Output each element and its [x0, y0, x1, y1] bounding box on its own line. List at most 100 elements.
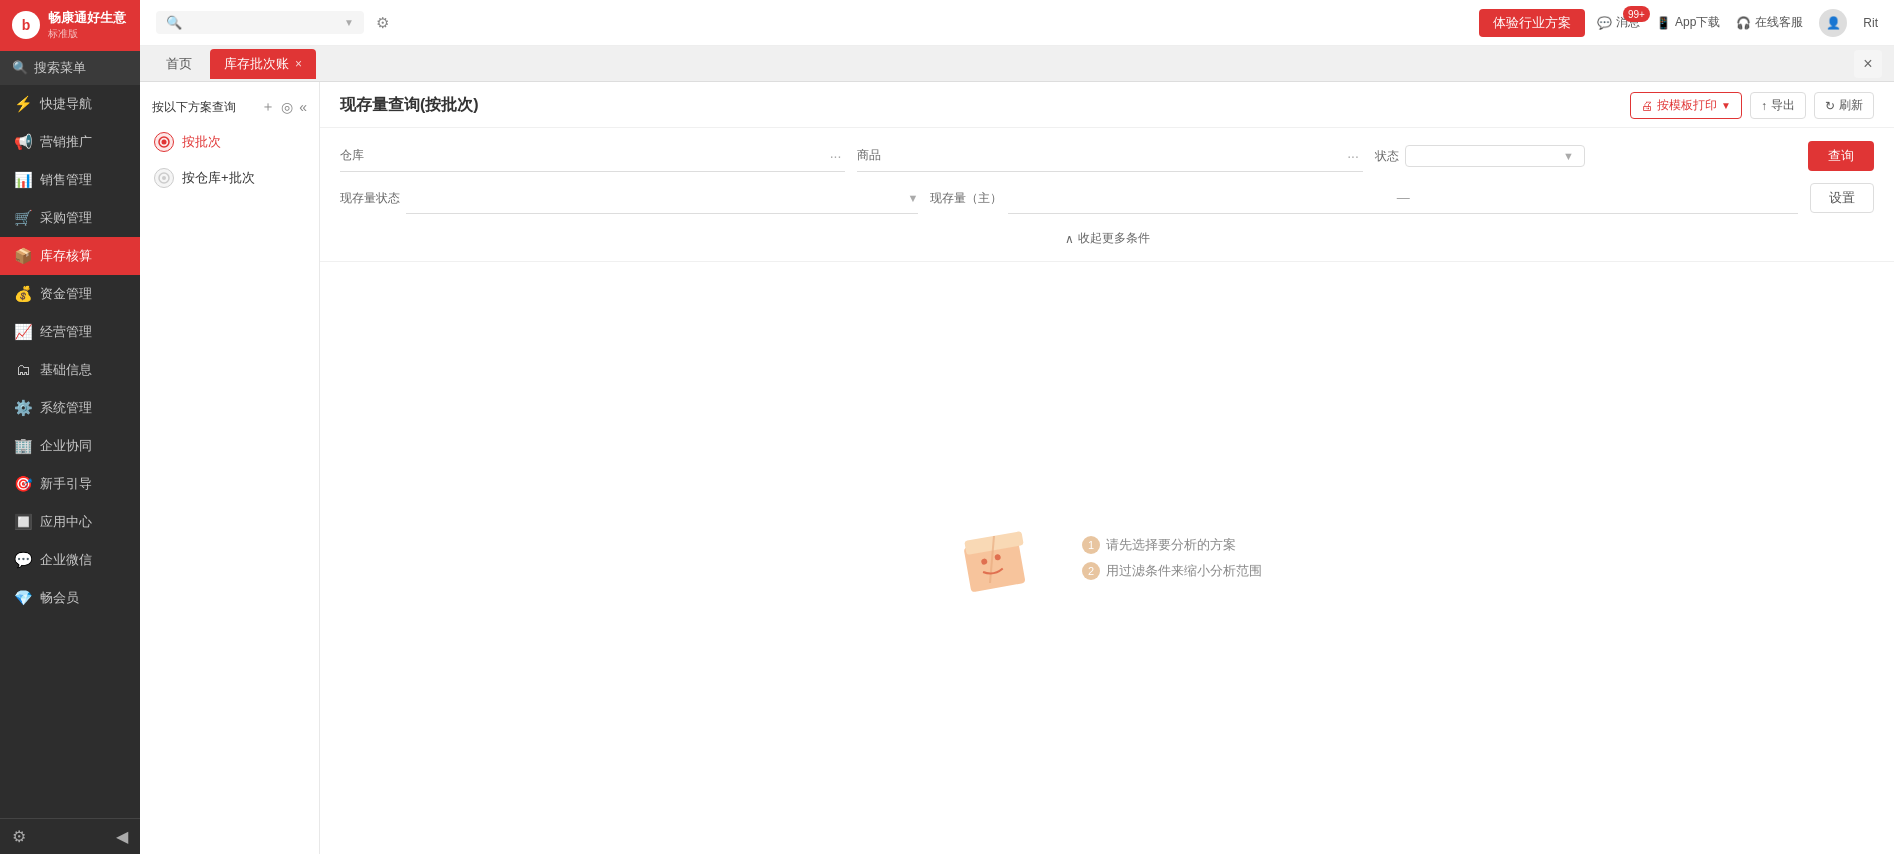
sidebar-item-quick-nav[interactable]: ⚡ 快捷导航 — [0, 85, 140, 123]
headset-icon: 🎧 — [1736, 16, 1751, 30]
inventory-status-dropdown-icon: ▼ — [908, 192, 919, 204]
page-title: 现存量查询(按批次) — [340, 95, 479, 116]
sidebar-nav: ⚡ 快捷导航 📢 营销推广 📊 销售管理 🛒 采购管理 📦 库存核算 💰 资金管… — [0, 85, 140, 818]
hint-1-num: 1 — [1082, 536, 1100, 554]
status-dropdown[interactable]: ▼ — [1405, 145, 1585, 167]
product-label: 商品 — [857, 147, 881, 164]
settings-footer-icon[interactable]: ⚙ — [12, 827, 26, 846]
header-gear-btn[interactable]: ⚙ — [376, 14, 389, 32]
app-name: 畅康通好生意 — [48, 10, 126, 27]
header-search-input[interactable] — [188, 16, 338, 30]
user-avatar[interactable]: 👤 — [1819, 9, 1847, 37]
collapse-more-button[interactable]: ∧ 收起更多条件 — [340, 224, 1874, 253]
quantity-min-input[interactable] — [1008, 187, 1388, 209]
hint-2-text: 用过滤条件来缩小分析范围 — [1106, 562, 1262, 580]
scheme-batch-icon — [154, 132, 174, 152]
customer-service-button[interactable]: 🎧 在线客服 — [1736, 14, 1803, 31]
product-dots[interactable]: ··· — [1343, 148, 1363, 164]
export-button[interactable]: ↑ 导出 — [1750, 92, 1806, 119]
vip-icon: 💎 — [14, 589, 32, 607]
purchase-icon: 🛒 — [14, 209, 32, 227]
warehouse-input[interactable] — [370, 145, 826, 167]
product-input[interactable] — [887, 145, 1343, 167]
filter-row-1: 仓库 ··· 商品 ··· 状态 ▼ — [340, 140, 1874, 172]
operations-icon: 📈 — [14, 323, 32, 341]
sidebar-item-newbie[interactable]: 🎯 新手引导 — [0, 465, 140, 503]
product-filter-field[interactable]: 商品 ··· — [857, 140, 1362, 172]
marketing-icon: 📢 — [14, 133, 32, 151]
sidebar-item-system[interactable]: ⚙️ 系统管理 — [0, 389, 140, 427]
quantity-range: — — [1008, 183, 1798, 214]
warehouse-filter-field[interactable]: 仓库 ··· — [340, 140, 845, 172]
collapse-left-icon[interactable]: « — [299, 99, 307, 115]
query-button[interactable]: 查询 — [1808, 141, 1874, 171]
refresh-button[interactable]: ↻ 刷新 — [1814, 92, 1874, 119]
scheme-by-warehouse-batch[interactable]: 按仓库+批次 — [140, 160, 319, 196]
sidebar-item-vip[interactable]: 💎 畅会员 — [0, 579, 140, 617]
empty-state: 1 请先选择要分析的方案 2 用过滤条件来缩小分析范围 — [320, 262, 1894, 854]
sidebar-item-purchase[interactable]: 🛒 采购管理 — [0, 199, 140, 237]
hint-2-num: 2 — [1082, 562, 1100, 580]
tab-inventory-batch[interactable]: 库存批次账 × — [210, 49, 316, 79]
warehouse-dots[interactable]: ··· — [826, 148, 846, 164]
sidebar-item-inventory[interactable]: 📦 库存核算 — [0, 237, 140, 275]
tab-bar: 首页 库存批次账 × × — [140, 46, 1894, 82]
sidebar-footer: ⚙ ◀ — [0, 818, 140, 854]
app-download-icon: 📱 — [1656, 16, 1671, 30]
message-icon: 💬 — [1597, 16, 1612, 30]
sidebar-item-enterprise[interactable]: 🏢 企业协同 — [0, 427, 140, 465]
status-label: 状态 — [1375, 148, 1399, 165]
print-icon: 🖨 — [1641, 99, 1653, 113]
sidebar-item-operations[interactable]: 📈 经营管理 — [0, 313, 140, 351]
settings-button[interactable]: 设置 — [1810, 183, 1874, 213]
scheme-by-batch[interactable]: 按批次 — [140, 124, 319, 160]
inventory-quantity-area: 现存量（主） — — [930, 183, 1798, 214]
sidebar-item-finance[interactable]: 💰 资金管理 — [0, 275, 140, 313]
sidebar-item-sales[interactable]: 📊 销售管理 — [0, 161, 140, 199]
status-dropdown-icon: ▼ — [1563, 150, 1574, 162]
experience-button[interactable]: 体验行业方案 — [1479, 9, 1585, 37]
tab-panel-close-button[interactable]: × — [1854, 50, 1882, 78]
header-search-box[interactable]: 🔍 ▼ — [156, 11, 364, 34]
sidebar-item-marketing[interactable]: 📢 营销推广 — [0, 123, 140, 161]
sidebar-item-wechat[interactable]: 💬 企业微信 — [0, 541, 140, 579]
sidebar-item-basics[interactable]: 🗂 基础信息 — [0, 351, 140, 389]
filter-area: 仓库 ··· 商品 ··· 状态 ▼ — [320, 128, 1894, 262]
wechat-icon: 💬 — [14, 551, 32, 569]
quantity-dash: — — [1397, 190, 1410, 205]
app-download-button[interactable]: 📱 App下载 — [1656, 14, 1720, 31]
manage-scheme-icon[interactable]: ◎ — [281, 99, 293, 115]
basics-icon: 🗂 — [14, 361, 32, 378]
print-dropdown-icon[interactable]: ▼ — [1721, 100, 1731, 111]
tab-home[interactable]: 首页 — [152, 49, 206, 79]
app-subtitle: 标准版 — [48, 27, 126, 41]
empty-text-block: 1 请先选择要分析的方案 2 用过滤条件来缩小分析范围 — [1082, 536, 1262, 580]
left-panel: 按以下方案查询 ＋ ◎ « 按批次 按仓库+批次 — [140, 82, 320, 854]
message-button[interactable]: 💬 消息 99+ — [1597, 14, 1640, 31]
print-button[interactable]: 🖨 按模板打印 ▼ — [1630, 92, 1742, 119]
sidebar-item-apps[interactable]: 🔲 应用中心 — [0, 503, 140, 541]
status-filter-area: 状态 ▼ — [1375, 145, 1796, 167]
main-area: 🔍 ▼ ⚙ 体验行业方案 💬 消息 99+ 📱 App下载 🎧 在线客服 — [140, 0, 1894, 854]
empty-hint-2: 2 用过滤条件来缩小分析范围 — [1082, 562, 1262, 580]
finance-icon: 💰 — [14, 285, 32, 303]
enterprise-icon: 🏢 — [14, 437, 32, 455]
inventory-status-combo[interactable]: ▼ — [406, 182, 918, 214]
inventory-status-area: 现存量状态 ▼ — [340, 182, 918, 214]
page-actions: 🖨 按模板打印 ▼ ↑ 导出 ↻ 刷新 — [1630, 92, 1874, 119]
header-dropdown-icon[interactable]: ▼ — [344, 17, 354, 28]
inventory-quantity-label: 现存量（主） — [930, 190, 1002, 207]
content-area: 按以下方案查询 ＋ ◎ « 按批次 按仓库+批次 — [140, 82, 1894, 854]
user-name-label: Rit — [1863, 16, 1878, 30]
tab-close-icon[interactable]: × — [295, 57, 302, 71]
hint-1-text: 请先选择要分析的方案 — [1106, 536, 1236, 554]
add-scheme-icon[interactable]: ＋ — [261, 98, 275, 116]
inventory-status-label: 现存量状态 — [340, 190, 400, 207]
sales-icon: 📊 — [14, 171, 32, 189]
inventory-icon: 📦 — [14, 247, 32, 265]
sidebar: b 畅康通好生意 标准版 🔍 搜索菜单 ⚡ 快捷导航 📢 营销推广 📊 销售管理… — [0, 0, 140, 854]
collapse-sidebar-icon[interactable]: ◀ — [116, 827, 128, 846]
sidebar-search[interactable]: 🔍 搜索菜单 — [0, 51, 140, 85]
quantity-max-input[interactable] — [1418, 187, 1798, 209]
svg-point-3 — [162, 176, 166, 180]
